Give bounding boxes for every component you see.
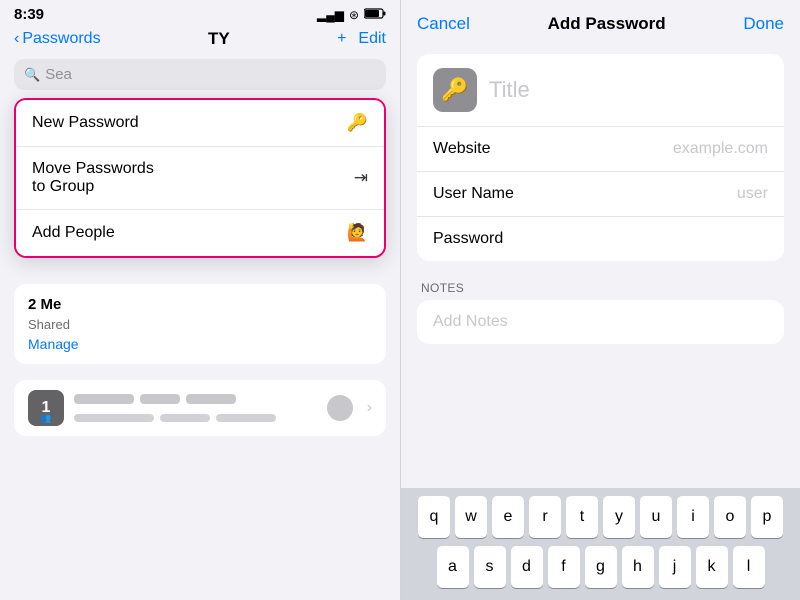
status-time: 8:39 [14,6,44,23]
key-l[interactable]: l [733,546,765,588]
key-i[interactable]: i [677,496,709,538]
key-icon-large: 🔑 [441,77,468,103]
username-placeholder: user [737,185,768,203]
key-s[interactable]: s [474,546,506,588]
done-button[interactable]: Done [743,14,784,34]
dropdown-menu: New Password 🔑 Move Passwordsto Group ⇥ … [14,98,386,258]
key-p[interactable]: p [751,496,783,538]
status-icons: ▂▄▆ ⊛ [317,8,386,22]
back-label: Passwords [22,30,100,48]
website-label: Website [433,140,491,158]
move-icon: ⇥ [354,168,368,188]
pw-sub-row [74,414,317,422]
key-f[interactable]: f [548,546,580,588]
new-password-label: New Password [32,114,139,132]
pw-avatar [327,395,353,421]
pw-sub-blurred-1 [74,414,154,422]
notes-placeholder: Add Notes [433,313,508,330]
group-icon: 👥 [40,413,51,424]
search-bar[interactable]: 🔍 Sea [14,59,386,90]
right-panel: Cancel Add Password Done 🔑 Title Website… [400,0,800,600]
username-label: User Name [433,185,514,203]
key-e[interactable]: e [492,496,524,538]
shared-text: Shared [28,317,372,332]
password-label: Password [433,230,503,248]
key-r[interactable]: r [529,496,561,538]
wifi-icon: ⊛ [349,8,359,22]
keyboard: q w e r t y u i o p a s d f g h j k l [401,488,800,600]
website-row[interactable]: Website example.com [417,127,784,172]
pw-title-blurred-3 [186,394,236,404]
pw-details [74,394,317,422]
notes-header: NOTES [417,271,784,300]
keyboard-row-2: a s d f g h j k l [405,546,796,588]
pw-title-blurred-2 [140,394,180,404]
add-people-item[interactable]: Add People 🙋 [16,210,384,256]
title-icon: 🔑 [433,68,477,112]
pw-title-blurred [74,394,134,404]
website-placeholder: example.com [673,140,768,158]
key-t[interactable]: t [566,496,598,538]
left-nav-bar: ‹ Passwords TY + Edit [0,25,400,55]
key-o[interactable]: o [714,496,746,538]
manage-link[interactable]: Manage [28,336,372,352]
title-row[interactable]: 🔑 Title [417,54,784,127]
chevron-right-icon: › [367,399,372,417]
shared-count: 2 Me [28,296,61,313]
key-y[interactable]: y [603,496,635,538]
pw-sub-blurred-3 [216,414,276,422]
key-k[interactable]: k [696,546,728,588]
add-password-title: Add Password [548,14,666,34]
password-row[interactable]: Password [417,217,784,261]
move-passwords-item[interactable]: Move Passwordsto Group ⇥ [16,147,384,210]
status-bar: 8:39 ▂▄▆ ⊛ [0,0,400,25]
search-icon: 🔍 [24,67,40,83]
key-j[interactable]: j [659,546,691,588]
key-w[interactable]: w [455,496,487,538]
key-d[interactable]: d [511,546,543,588]
cancel-button[interactable]: Cancel [417,14,470,34]
add-people-label: Add People [32,224,115,242]
title-placeholder: Title [489,77,530,103]
background-content: 2 Me Shared Manage [0,284,400,372]
notes-section: NOTES Add Notes [417,271,784,344]
key-h[interactable]: h [622,546,654,588]
signal-icon: ▂▄▆ [317,8,344,22]
chevron-left-icon: ‹ [14,30,19,48]
search-placeholder: Sea [45,66,72,83]
edit-button[interactable]: Edit [358,30,386,48]
keyboard-row-1: q w e r t y u i o p [405,496,796,538]
pw-title-row [74,394,317,409]
notes-box[interactable]: Add Notes [417,300,784,344]
new-password-item[interactable]: New Password 🔑 [16,100,384,147]
back-button[interactable]: ‹ Passwords [14,30,101,48]
key-icon: 🔑 [347,113,368,133]
nav-title: TY [208,29,230,49]
nav-actions: + Edit [337,30,386,48]
add-person-icon: 🙋 [347,223,368,243]
shared-group-item: 2 Me Shared Manage [14,284,386,364]
move-passwords-label: Move Passwordsto Group [32,160,154,196]
key-g[interactable]: g [585,546,617,588]
key-a[interactable]: a [437,546,469,588]
battery-icon [364,8,386,22]
add-button[interactable]: + [337,30,346,48]
pw-sub-blurred-2 [160,414,210,422]
password-list-item[interactable]: 1 👥 › [14,380,386,436]
right-nav-bar: Cancel Add Password Done [401,0,800,44]
key-u[interactable]: u [640,496,672,538]
pw-number-badge: 1 👥 [28,390,64,426]
key-q[interactable]: q [418,496,450,538]
left-panel: 8:39 ▂▄▆ ⊛ ‹ Passwords TY + Edit 🔍 S [0,0,400,600]
username-row[interactable]: User Name user [417,172,784,217]
add-password-form: 🔑 Title Website example.com User Name us… [417,54,784,261]
